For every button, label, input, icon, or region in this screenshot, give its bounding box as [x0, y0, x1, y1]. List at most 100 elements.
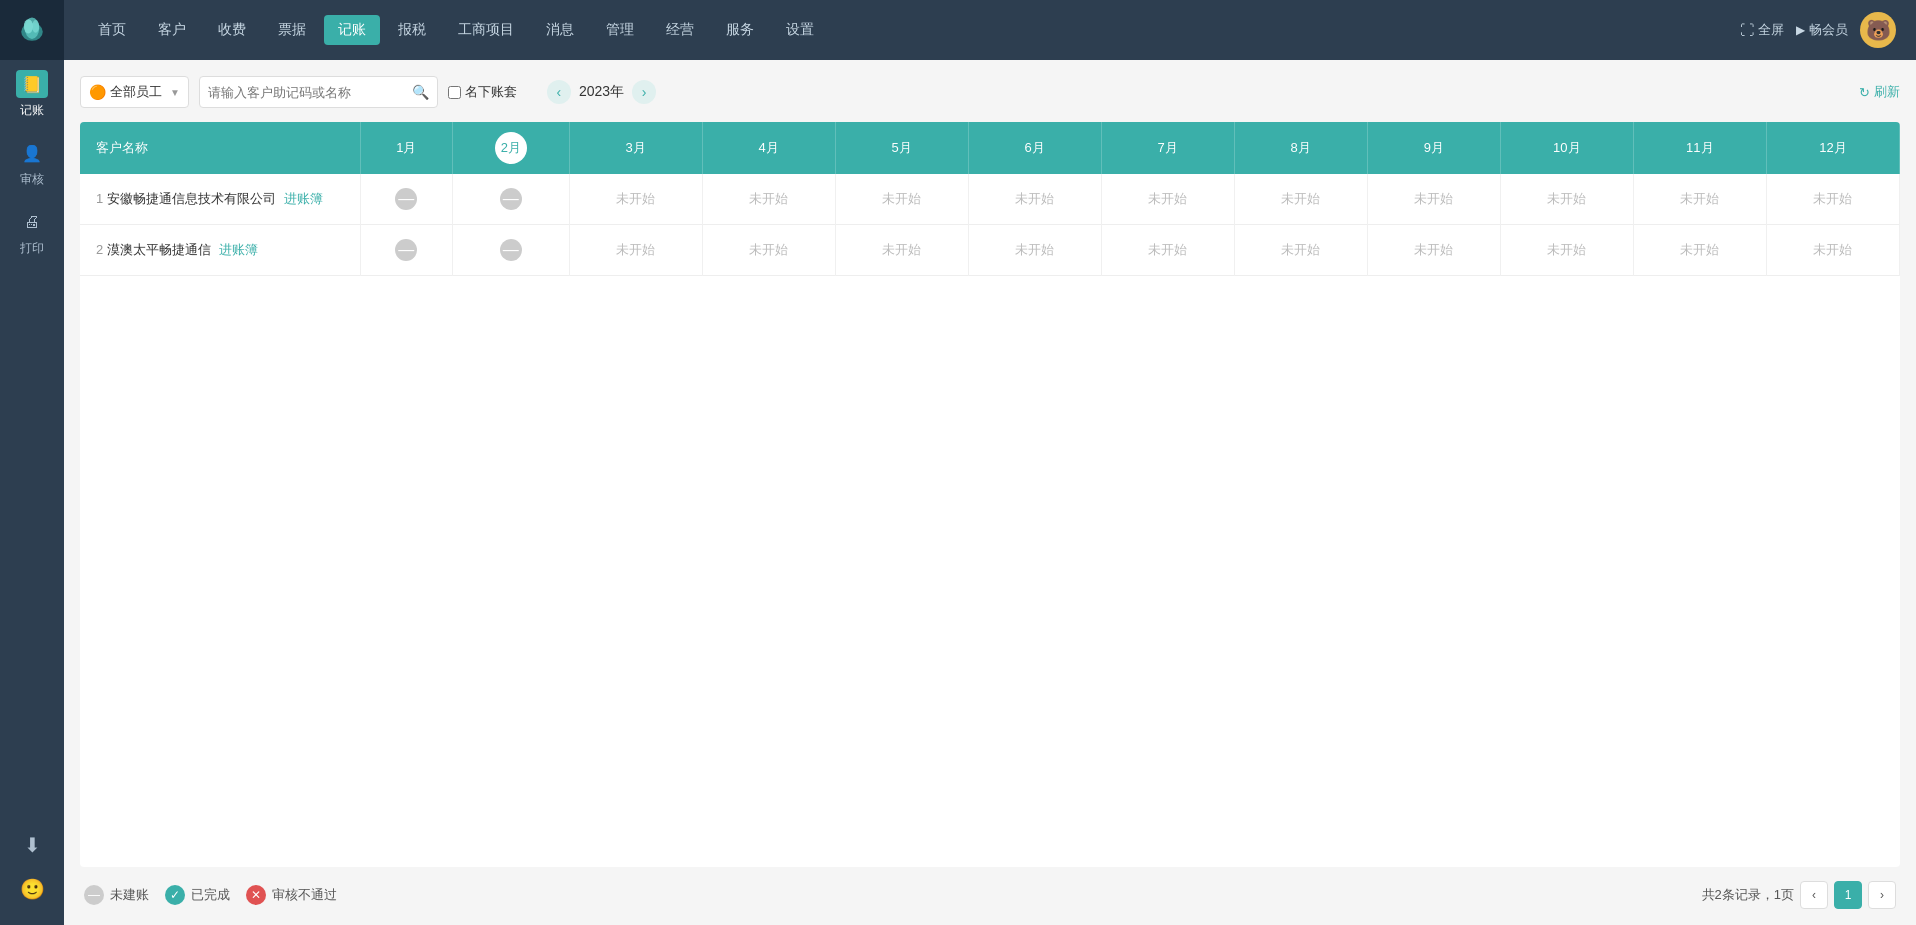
month-cell: 未开始: [1367, 174, 1500, 225]
pagination: 共2条记录，1页 ‹ 1 ›: [1702, 881, 1896, 909]
nav-message[interactable]: 消息: [532, 15, 588, 45]
employee-icon: 🟠: [89, 84, 106, 100]
month-cell: 未开始: [835, 225, 968, 276]
my-accounts-checkbox[interactable]: [448, 86, 461, 99]
next-page-button[interactable]: ›: [1868, 881, 1896, 909]
search-button[interactable]: 🔍: [412, 84, 429, 100]
nav-tax[interactable]: 报税: [384, 15, 440, 45]
month-cell: 未开始: [1500, 174, 1633, 225]
col-aug: 8月: [1234, 122, 1367, 174]
not-started-status: 未开始: [1680, 242, 1719, 257]
print-icon: 🖨: [16, 208, 48, 236]
nav-billing[interactable]: 收费: [204, 15, 260, 45]
month-cell: —: [453, 174, 569, 225]
not-created-status: —: [500, 239, 522, 261]
my-accounts-label[interactable]: 名下账套: [448, 83, 517, 101]
ledger-icon: 📒: [16, 70, 48, 98]
chevron-down-icon: ▼: [170, 87, 180, 98]
not-started-status: 未开始: [616, 242, 655, 257]
client-num: 2: [96, 242, 103, 257]
data-table: 客户名称 1月 2月 3月 4月 5月 6月 7月 8月 9月 10月 11月: [80, 122, 1900, 276]
nav-settings[interactable]: 设置: [772, 15, 828, 45]
rejected-icon: ✕: [246, 885, 266, 905]
top-nav: 首页 客户 收费 票据 记账 报税 工商项目 消息 管理 经营 服务 设置 ⛶ …: [64, 0, 1916, 60]
table-row: 1安徽畅捷通信息技术有限公司进账簿——未开始未开始未开始未开始未开始未开始未开始…: [80, 174, 1900, 225]
col-feb: 2月: [453, 122, 569, 174]
not-started-status: 未开始: [1547, 191, 1586, 206]
employee-selector-label: 全部员工: [110, 83, 162, 101]
completed-icon: ✓: [165, 885, 185, 905]
legend-completed: ✓ 已完成: [165, 885, 230, 905]
refresh-button[interactable]: ↻ 刷新: [1859, 83, 1900, 101]
employee-selector[interactable]: 🟠 全部员工 ▼: [80, 76, 189, 108]
month-cell: —: [360, 225, 453, 276]
fullscreen-button[interactable]: ⛶ 全屏: [1740, 21, 1784, 39]
nav-business[interactable]: 工商项目: [444, 15, 528, 45]
not-started-status: 未开始: [1015, 191, 1054, 206]
col-jul: 7月: [1101, 122, 1234, 174]
page-1-button[interactable]: 1: [1834, 881, 1862, 909]
sidebar-bottom: ⬇ 🙂: [0, 825, 64, 925]
sidebar-download[interactable]: ⬇: [0, 825, 64, 865]
completed-label: 已完成: [191, 886, 230, 904]
client-cell: 1安徽畅捷通信息技术有限公司进账簿: [80, 174, 360, 225]
month-cell: 未开始: [968, 174, 1101, 225]
member-button[interactable]: ▶ 畅会员: [1796, 21, 1848, 39]
nav-client[interactable]: 客户: [144, 15, 200, 45]
month-cell: 未开始: [1766, 174, 1899, 225]
footer: — 未建账 ✓ 已完成 ✕ 审核不通过 共2条记录，1页 ‹ 1 ›: [80, 881, 1900, 909]
year-label: 2023年: [579, 83, 624, 101]
enter-ledger-link[interactable]: 进账簿: [284, 191, 323, 206]
next-year-button[interactable]: ›: [632, 80, 656, 104]
nav-service[interactable]: 服务: [712, 15, 768, 45]
svg-point-3: [32, 20, 39, 33]
avatar[interactable]: 🐻: [1860, 12, 1896, 48]
year-nav: ‹ 2023年 ›: [547, 80, 656, 104]
nav-operation[interactable]: 经营: [652, 15, 708, 45]
table-row: 2漠澳太平畅捷通信进账簿——未开始未开始未开始未开始未开始未开始未开始未开始未开…: [80, 225, 1900, 276]
month-cell: —: [453, 225, 569, 276]
col-may: 5月: [835, 122, 968, 174]
not-started-status: 未开始: [1813, 242, 1852, 257]
prev-year-button[interactable]: ‹: [547, 80, 571, 104]
sidebar-item-print[interactable]: 🖨 打印: [0, 198, 64, 267]
not-started-status: 未开始: [1281, 242, 1320, 257]
col-sep: 9月: [1367, 122, 1500, 174]
col-mar: 3月: [569, 122, 702, 174]
not-created-icon: —: [84, 885, 104, 905]
total-label: 共2条记录，1页: [1702, 886, 1794, 904]
enter-ledger-link[interactable]: 进账簿: [219, 242, 258, 257]
month-cell: 未开始: [1500, 225, 1633, 276]
not-started-status: 未开始: [1148, 191, 1187, 206]
search-wrap: 🔍: [199, 76, 438, 108]
not-created-label: 未建账: [110, 886, 149, 904]
month-cell: 未开始: [1101, 225, 1234, 276]
not-started-status: 未开始: [1148, 242, 1187, 257]
month-cell: 未开始: [1633, 225, 1766, 276]
nav-right: ⛶ 全屏 ▶ 畅会员 🐻: [1740, 12, 1896, 48]
nav-home[interactable]: 首页: [84, 15, 140, 45]
month-cell: —: [360, 174, 453, 225]
month-cell: 未开始: [968, 225, 1101, 276]
not-started-status: 未开始: [1281, 191, 1320, 206]
sidebar-item-ledger[interactable]: 📒 记账: [0, 60, 64, 129]
sidebar-support[interactable]: 🙂: [0, 869, 64, 909]
col-nov: 11月: [1633, 122, 1766, 174]
month-cell: 未开始: [1633, 174, 1766, 225]
month-cell: 未开始: [1367, 225, 1500, 276]
not-started-status: 未开始: [1414, 242, 1453, 257]
not-started-status: 未开始: [882, 191, 921, 206]
nav-invoice[interactable]: 票据: [264, 15, 320, 45]
sidebar-item-audit[interactable]: 👤 审核: [0, 129, 64, 198]
month-cell: 未开始: [1234, 174, 1367, 225]
not-started-status: 未开始: [1015, 242, 1054, 257]
nav-manage[interactable]: 管理: [592, 15, 648, 45]
search-input[interactable]: [208, 85, 408, 100]
col-oct: 10月: [1500, 122, 1633, 174]
nav-ledger[interactable]: 记账: [324, 15, 380, 45]
sidebar-logo[interactable]: [0, 0, 64, 60]
main-area: 首页 客户 收费 票据 记账 报税 工商项目 消息 管理 经营 服务 设置 ⛶ …: [64, 0, 1916, 925]
prev-page-button[interactable]: ‹: [1800, 881, 1828, 909]
client-cell: 2漠澳太平畅捷通信进账簿: [80, 225, 360, 276]
active-month-circle: 2月: [495, 132, 527, 164]
